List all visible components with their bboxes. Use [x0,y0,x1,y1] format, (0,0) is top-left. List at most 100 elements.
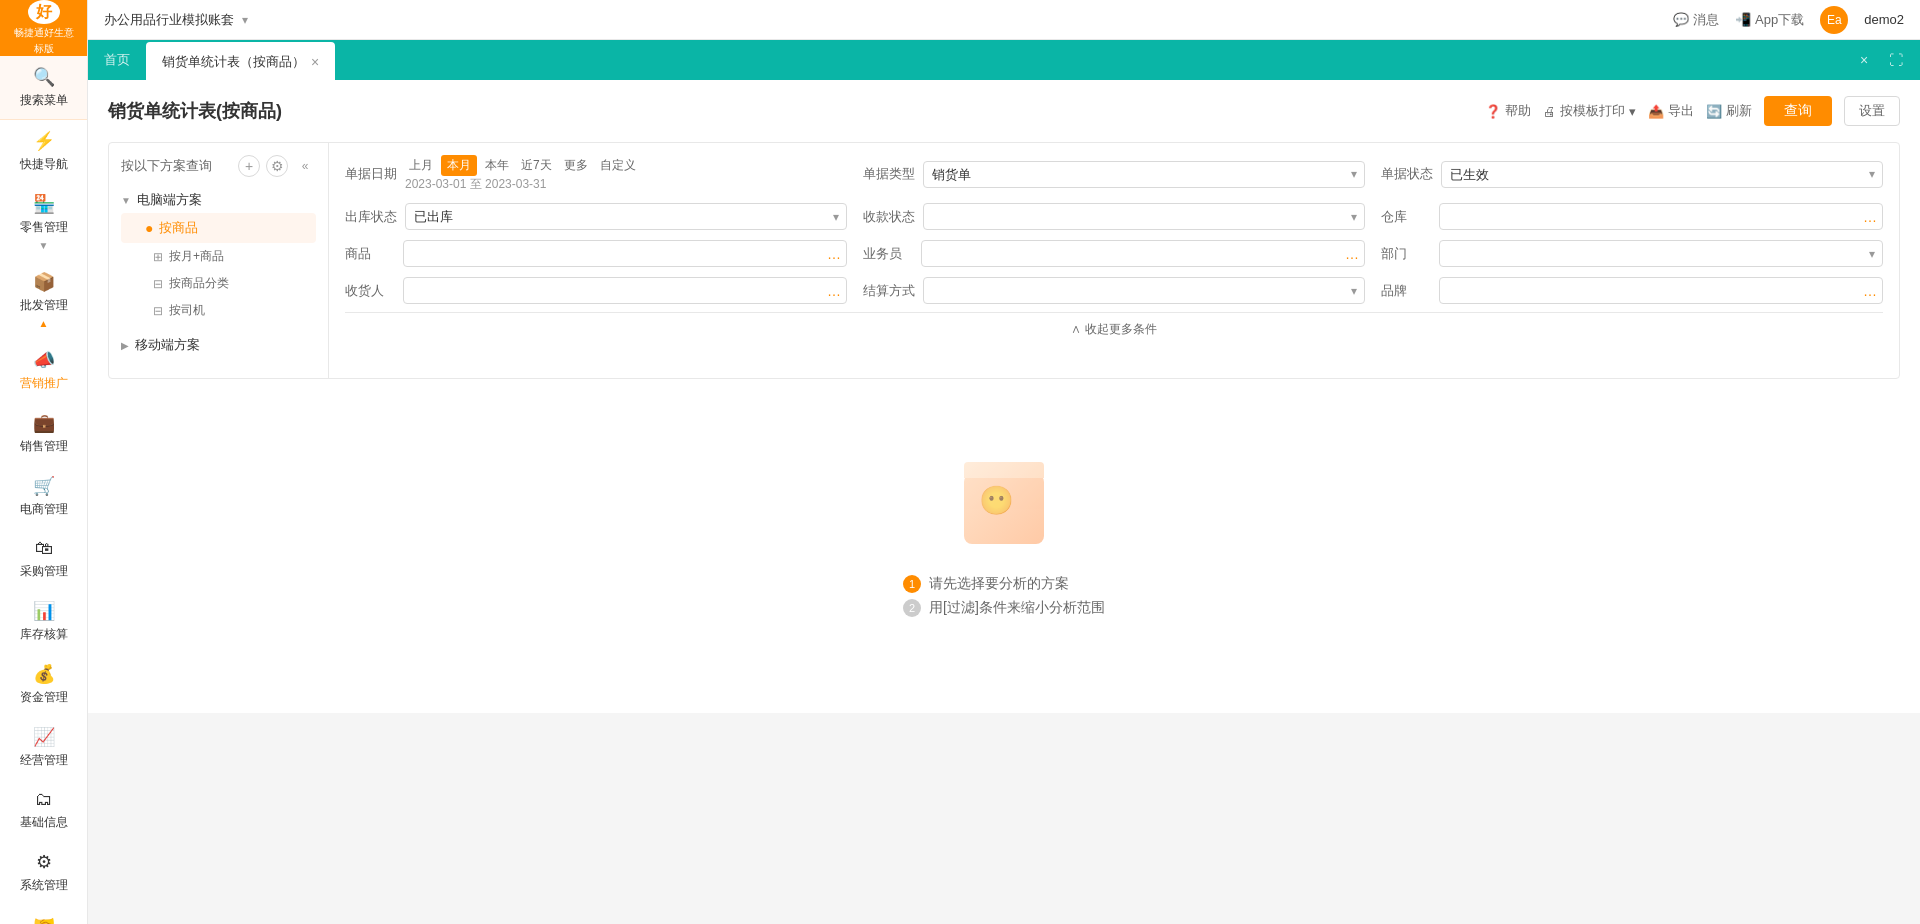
tab-maximize-btn[interactable]: ⛶ [1884,48,1908,72]
date-tab-more[interactable]: 更多 [560,155,592,176]
sidebar-item-retail[interactable]: 🏪 零售管理 ▼ [0,183,88,261]
scheme-group-desktop-title[interactable]: ▼ 电脑端方案 [121,187,316,213]
help-icon: ❓ [1485,104,1501,119]
salesperson-input[interactable] [921,240,1365,267]
department-select-wrapper [1439,240,1883,267]
print-btn[interactable]: 🖨 按模板打印 ▾ [1543,102,1636,120]
add-scheme-btn[interactable]: + [238,155,260,177]
sidebar-item-basic[interactable]: 🗂 基础信息 [0,779,88,841]
sidebar-item-sales[interactable]: 💼 销售管理 [0,402,88,465]
doc-type-select[interactable]: 销货单 [923,161,1365,188]
collapse-icon: « [302,159,309,173]
sidebar-item-quicknav[interactable]: ⚡ 快捷导航 [0,120,88,183]
doc-status-select[interactable]: 已生效 [1441,161,1883,188]
goods-input[interactable] [403,240,847,267]
company-name: 办公用品行业模拟账套 [104,11,234,29]
goods-dots-btn[interactable]: … [827,246,841,262]
receiver-dots-btn[interactable]: … [827,283,841,299]
group-mobile-label: 移动端方案 [135,336,200,354]
scheme-group-desktop: ▼ 电脑端方案 ● 按商品 ⊞ 按月+商品 [121,187,316,324]
print-icon: 🖨 [1543,104,1556,119]
sidebar-item-system[interactable]: ⚙ 系统管理 [0,841,88,904]
home-label: 首页 [104,51,130,69]
export-btn[interactable]: 📤 导出 [1648,102,1694,120]
date-tab-7days[interactable]: 近7天 [517,155,556,176]
department-select[interactable] [1439,240,1883,267]
date-tab-last-month[interactable]: 上月 [405,155,437,176]
tab-active[interactable]: 销货单统计表（按商品） × [146,42,335,82]
settings-button[interactable]: 设置 [1844,96,1900,126]
department-label: 部门 [1381,245,1431,263]
refresh-btn[interactable]: 🔄 刷新 [1706,102,1752,120]
page-actions: ❓ 帮助 🖨 按模板打印 ▾ 📤 导出 🔄 刷新 [1485,96,1900,126]
brand-dots-btn[interactable]: … [1863,283,1877,299]
settings-scheme-btn[interactable]: ⚙ [266,155,288,177]
help-label: 帮助 [1505,102,1531,120]
scheme-item-by-month-goods[interactable]: ⊞ 按月+商品 [121,243,316,270]
tab-home[interactable]: 首页 [88,40,146,80]
collapse-scheme-btn[interactable]: « [294,155,316,177]
ecommerce-icon: 🛒 [33,475,55,497]
date-control: 上月 本月 本年 近7天 更多 自定义 2023-03-01 至 2023-03… [405,155,847,193]
filter-field-brand: 品牌 … [1381,277,1883,304]
sidebar-item-wholesale[interactable]: 📦 批发管理 ▲ [0,261,88,339]
page-title: 销货单统计表(按商品) [108,99,282,123]
date-tab-custom[interactable]: 自定义 [596,155,640,176]
help-btn[interactable]: ❓ 帮助 [1485,102,1531,120]
date-tabs: 上月 本月 本年 近7天 更多 自定义 [405,155,847,176]
sidebar-item-search[interactable]: 🔍 搜索菜单 [0,56,88,120]
query-button[interactable]: 查询 [1764,96,1832,126]
sidebar-item-operation[interactable]: 📈 经营管理 [0,716,88,779]
tab-minimize-btn[interactable]: × [1852,48,1876,72]
quicknav-icon: ⚡ [33,130,55,152]
doc-type-label: 单据类型 [863,165,915,183]
user-name: demo2 [1864,12,1904,27]
add-icon: + [245,158,253,174]
warehouse-dots-btn[interactable]: … [1863,209,1877,225]
app-logo: 好 畅捷通好生意 标版 [0,0,88,56]
refresh-icon: 🔄 [1706,104,1722,119]
settlement-select[interactable] [923,277,1365,304]
sidebar-item-marketing-label: 营销推广 [20,375,68,392]
out-status-select[interactable]: 已出库 [405,203,847,230]
scheme-item-by-driver[interactable]: ⊟ 按司机 [121,297,316,324]
header-right: 💬 消息 📲 App下载 Ea demo2 [1673,6,1904,34]
out-status-select-wrapper: 已出库 [405,203,847,230]
company-dropdown-icon[interactable]: ▾ [242,13,248,27]
filter-field-salesperson: 业务员 … [863,240,1365,267]
tab-close-icon[interactable]: × [311,54,319,70]
message-btn[interactable]: 💬 消息 [1673,11,1719,29]
filter-field-date: 单据日期 上月 本月 本年 近7天 更多 自定义 [345,155,847,193]
scheme-item-by-goods[interactable]: ● 按商品 [121,213,316,243]
scheme-item-by-category[interactable]: ⊟ 按商品分类 [121,270,316,297]
date-label: 单据日期 [345,165,397,183]
sidebar-item-marketing[interactable]: 📣 营销推广 [0,339,88,402]
retail-expand-icon: ▼ [39,240,49,251]
salesperson-dots-btn[interactable]: … [1345,246,1359,262]
empty-state: 😶 1 请先选择要分析的方案 2 用[过滤]条件来缩小分析范围 [108,379,1900,697]
receiver-input[interactable] [403,277,847,304]
sidebar-item-ecommerce-label: 电商管理 [20,501,68,518]
scheme-group-mobile-title[interactable]: ▶ 移动端方案 [121,332,316,358]
goods-label: 商品 [345,245,395,263]
date-tab-this-year[interactable]: 本年 [481,155,513,176]
sidebar-item-system-label: 系统管理 [20,877,68,894]
sidebar-item-enterprise[interactable]: 🤝 企业协同 [0,904,88,924]
sidebar-item-finance[interactable]: 💰 资金管理 [0,653,88,716]
sidebar-item-purchase[interactable]: 🛍 采购管理 [0,528,88,590]
payment-status-select[interactable] [923,203,1365,230]
brand-input[interactable] [1439,277,1883,304]
warehouse-input[interactable] [1439,203,1883,230]
page-title-row: 销货单统计表(按商品) ❓ 帮助 🖨 按模板打印 ▾ 📤 导出 [108,96,1900,126]
sidebar-item-ecommerce[interactable]: 🛒 电商管理 [0,465,88,528]
filter-left-actions: + ⚙ « [238,155,316,177]
date-tab-this-month[interactable]: 本月 [441,155,477,176]
collapse-more-btn[interactable]: ∧ 收起更多条件 [345,312,1883,346]
sidebar-item-inventory-label: 库存核算 [20,626,68,643]
mobile-group-arrow: ▶ [121,340,129,351]
app-download-btn[interactable]: 📲 App下载 [1735,11,1804,29]
avatar[interactable]: Ea [1820,6,1848,34]
filter-area: 按以下方案查询 + ⚙ « [108,142,1900,379]
tab-bar: 首页 销货单统计表（按商品） × × ⛶ [88,40,1920,80]
sidebar-item-inventory[interactable]: 📊 库存核算 [0,590,88,653]
